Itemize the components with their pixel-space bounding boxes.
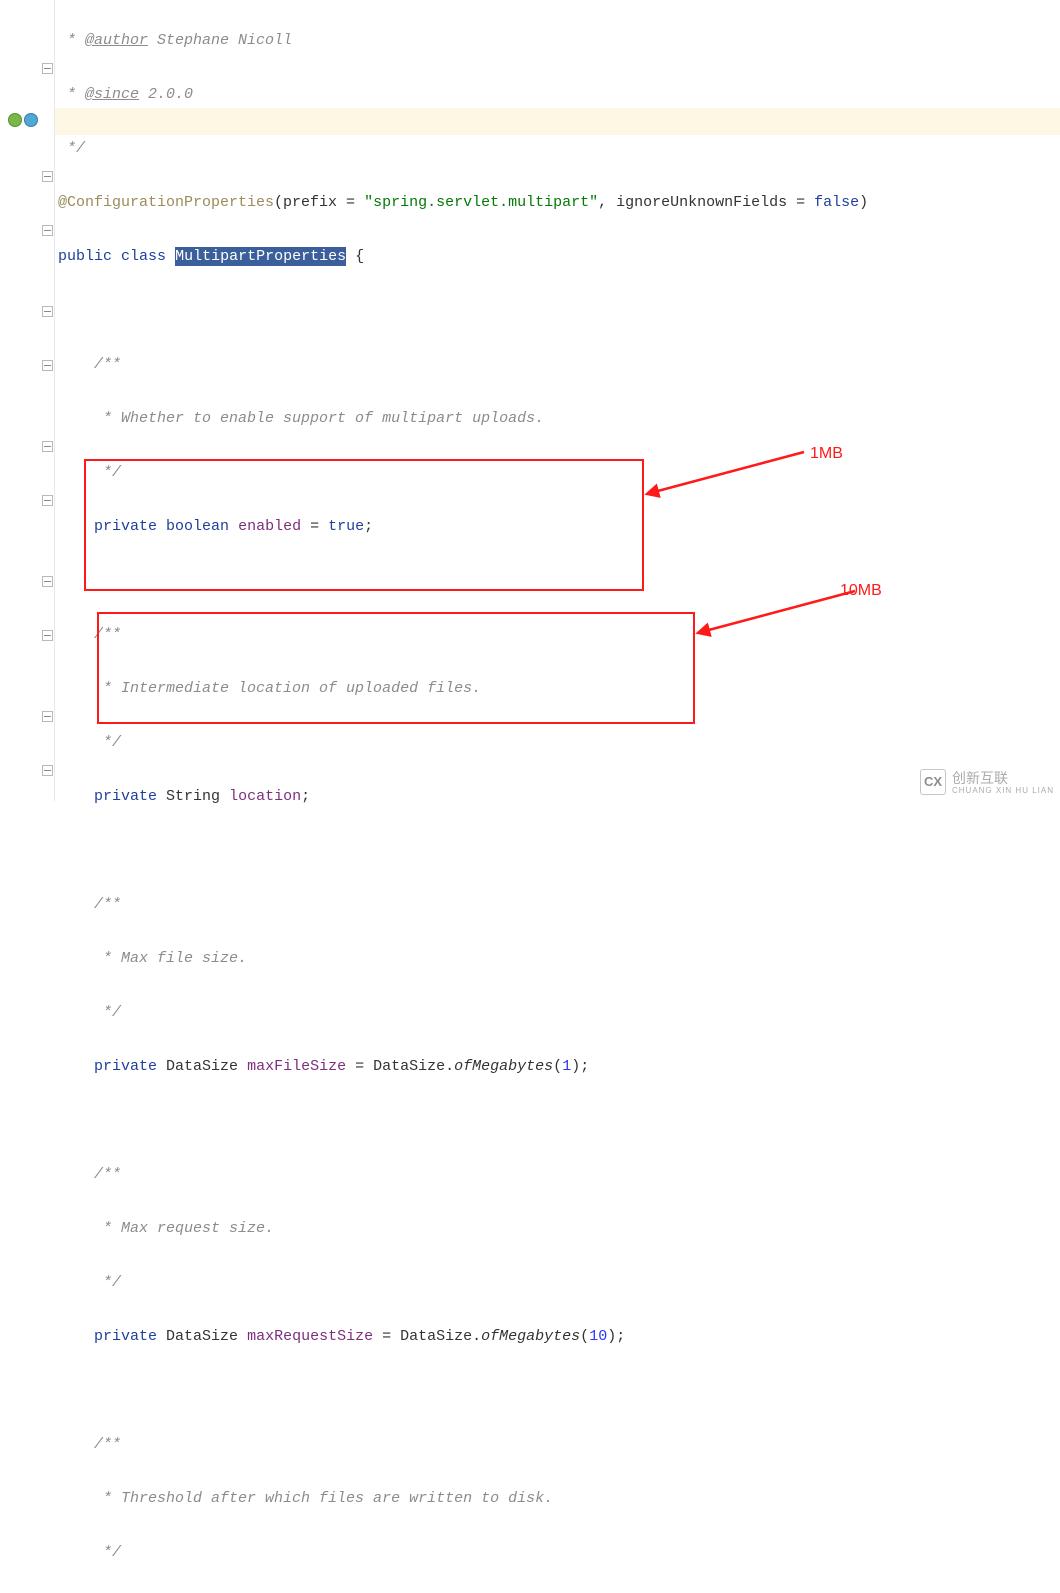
code-line: */ xyxy=(58,135,868,162)
fold-marker-icon[interactable] xyxy=(42,305,53,316)
code-line: * Threshold after which files are writte… xyxy=(58,1485,868,1512)
fold-marker-icon[interactable] xyxy=(42,170,53,181)
code-editor[interactable]: * @author Stephane Nicoll * @since 2.0.0… xyxy=(58,0,868,1593)
code-line: private DataSize maxFileSize = DataSize.… xyxy=(58,1053,868,1080)
fold-marker-icon[interactable] xyxy=(42,359,53,370)
annotation-label-1mb: 1MB xyxy=(810,445,843,463)
watermark-text: 创新互联 xyxy=(952,770,1008,786)
watermark: CX 创新互联 CHUANG XIN HU LIAN xyxy=(920,768,1054,795)
fold-marker-icon[interactable] xyxy=(42,629,53,640)
code-line: */ xyxy=(58,1539,868,1566)
code-line: */ xyxy=(58,999,868,1026)
callout-box-1 xyxy=(84,459,644,591)
fold-marker-icon[interactable] xyxy=(42,62,53,73)
class-gutter-icons[interactable] xyxy=(8,113,38,127)
editor-gutter xyxy=(0,0,55,801)
code-line: * Max file size. xyxy=(58,945,868,972)
code-line: * @author Stephane Nicoll xyxy=(58,27,868,54)
code-line: public class MultipartProperties { xyxy=(58,243,868,270)
code-line: * Max request size. xyxy=(58,1215,868,1242)
code-line: private String location; xyxy=(58,783,868,810)
annotation-label-10mb: 10MB xyxy=(840,582,882,600)
code-line: * Whether to enable support of multipart… xyxy=(58,405,868,432)
code-line: */ xyxy=(58,1269,868,1296)
callout-box-2 xyxy=(97,612,695,724)
code-line: /** xyxy=(58,1431,868,1458)
code-line: /** xyxy=(58,891,868,918)
code-line: /** xyxy=(58,351,868,378)
code-line: * @since 2.0.0 xyxy=(58,81,868,108)
code-line: private DataSize maxRequestSize = DataSi… xyxy=(58,1323,868,1350)
selected-class-name: MultipartProperties xyxy=(175,247,346,266)
watermark-subtext: CHUANG XIN HU LIAN xyxy=(952,786,1054,795)
code-line: @ConfigurationProperties(prefix = "sprin… xyxy=(58,189,868,216)
watermark-logo-icon: CX xyxy=(920,769,946,795)
fold-marker-icon[interactable] xyxy=(42,764,53,775)
fold-marker-icon[interactable] xyxy=(42,575,53,586)
fold-marker-icon[interactable] xyxy=(42,224,53,235)
fold-marker-icon[interactable] xyxy=(42,710,53,721)
class-icon xyxy=(24,113,38,127)
spring-bean-icon xyxy=(8,113,22,127)
fold-marker-icon[interactable] xyxy=(42,440,53,451)
code-line: /** xyxy=(58,1161,868,1188)
arrow-icon xyxy=(644,447,814,507)
code-line: */ xyxy=(58,729,868,756)
fold-marker-icon[interactable] xyxy=(42,494,53,505)
